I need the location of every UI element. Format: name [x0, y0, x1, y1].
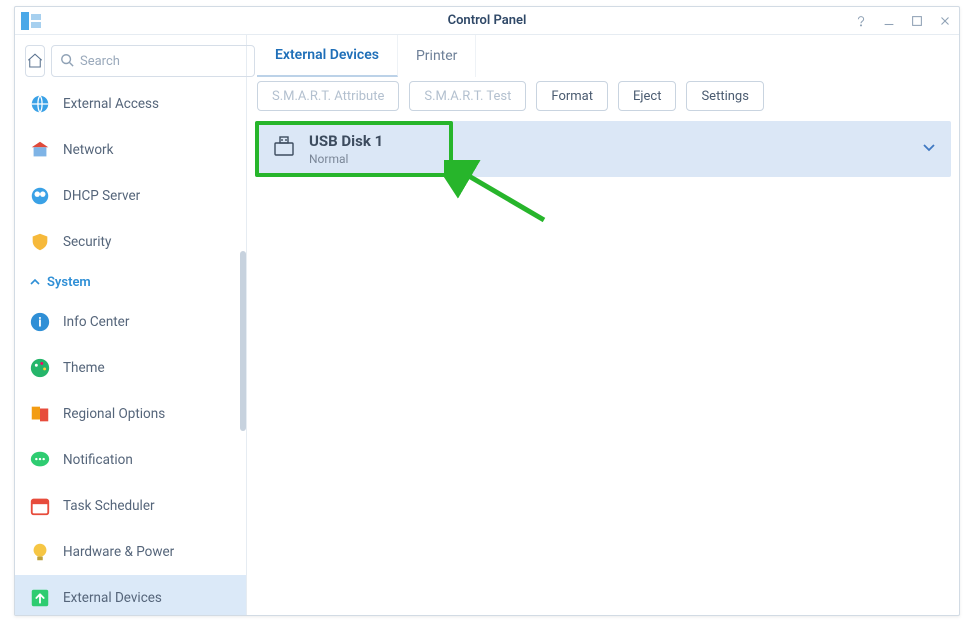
sidebar-item-external-devices[interactable]: External Devices	[15, 575, 246, 615]
search-field[interactable]	[51, 45, 255, 77]
tabs: External Devices Printer	[247, 35, 959, 77]
sidebar-item-task-scheduler[interactable]: Task Scheduler	[15, 483, 246, 529]
window-body: External Access Network DHCP Server Secu…	[15, 35, 959, 615]
sidebar-item-external-access[interactable]: External Access	[15, 81, 246, 127]
help-button[interactable]	[853, 13, 869, 29]
usb-icon	[271, 134, 297, 164]
sidebar-item-label: DHCP Server	[63, 188, 140, 204]
eject-button[interactable]: Eject	[618, 81, 676, 111]
toolbar: S.M.A.R.T. Attribute S.M.A.R.T. Test For…	[247, 77, 959, 121]
flags-icon	[29, 403, 51, 425]
home-button[interactable]	[25, 45, 45, 77]
main-panel: External Devices Printer S.M.A.R.T. Attr…	[247, 35, 959, 615]
device-row-highlight: USB Disk 1 Normal	[255, 121, 453, 177]
tab-printer[interactable]: Printer	[398, 35, 476, 77]
device-row-usb-disk-1[interactable]: USB Disk 1 Normal	[255, 121, 951, 177]
control-panel-window: Control Panel	[14, 6, 960, 616]
minimize-button[interactable]	[881, 13, 897, 29]
search-input[interactable]	[80, 54, 246, 69]
close-button[interactable]	[937, 13, 953, 29]
device-name: USB Disk 1	[309, 132, 383, 150]
format-button[interactable]: Format	[536, 81, 608, 111]
sidebar-item-label: External Access	[63, 96, 159, 112]
sidebar-scrollbar[interactable]	[240, 251, 246, 431]
sidebar-item-notification[interactable]: Notification	[15, 437, 246, 483]
sidebar-nav: External Access Network DHCP Server Secu…	[15, 81, 246, 615]
sidebar-item-network[interactable]: Network	[15, 127, 246, 173]
sidebar-item-dhcp-server[interactable]: DHCP Server	[15, 173, 246, 219]
sidebar-item-label: Security	[63, 234, 111, 250]
dhcp-icon	[29, 185, 51, 207]
sidebar-item-label: Network	[63, 142, 113, 158]
sidebar-item-hardware-power[interactable]: Hardware & Power	[15, 529, 246, 575]
sidebar-item-theme[interactable]: Theme	[15, 345, 246, 391]
window-controls	[853, 7, 953, 35]
calendar-icon	[29, 495, 51, 517]
chevron-up-icon	[29, 276, 41, 288]
sidebar-top	[15, 35, 246, 81]
bulb-icon	[29, 541, 51, 563]
settings-button[interactable]: Settings	[686, 81, 763, 111]
sidebar-item-label: External Devices	[63, 590, 162, 606]
titlebar: Control Panel	[15, 7, 959, 35]
smart-attribute-button[interactable]: S.M.A.R.T. Attribute	[257, 81, 399, 111]
app-icon	[19, 10, 43, 32]
sidebar-item-regional-options[interactable]: Regional Options	[15, 391, 246, 437]
section-label: System	[47, 275, 91, 290]
search-icon	[60, 52, 74, 71]
sidebar-item-label: Notification	[63, 452, 133, 468]
shield-icon	[29, 231, 51, 253]
tab-external-devices[interactable]: External Devices	[257, 35, 398, 77]
palette-icon	[29, 357, 51, 379]
sidebar-section-system[interactable]: System	[15, 265, 246, 299]
device-status: Normal	[309, 152, 383, 166]
device-list: USB Disk 1 Normal	[247, 121, 959, 177]
svg-text:i: i	[38, 316, 41, 331]
upload-icon	[29, 587, 51, 609]
sidebar: External Access Network DHCP Server Secu…	[15, 35, 247, 615]
chevron-down-icon[interactable]	[921, 139, 937, 159]
chat-icon	[29, 449, 51, 471]
maximize-button[interactable]	[909, 13, 925, 29]
smart-test-button[interactable]: S.M.A.R.T. Test	[409, 81, 526, 111]
globe-icon	[29, 93, 51, 115]
sidebar-item-security[interactable]: Security	[15, 219, 246, 265]
sidebar-item-label: Task Scheduler	[63, 498, 155, 514]
sidebar-item-label: Hardware & Power	[63, 544, 174, 560]
network-icon	[29, 139, 51, 161]
sidebar-item-info-center[interactable]: i Info Center	[15, 299, 246, 345]
info-icon: i	[29, 311, 51, 333]
window-title: Control Panel	[15, 13, 959, 28]
sidebar-item-label: Info Center	[63, 314, 129, 330]
device-text: USB Disk 1 Normal	[309, 132, 383, 166]
sidebar-item-label: Theme	[63, 360, 105, 376]
sidebar-item-label: Regional Options	[63, 406, 165, 422]
